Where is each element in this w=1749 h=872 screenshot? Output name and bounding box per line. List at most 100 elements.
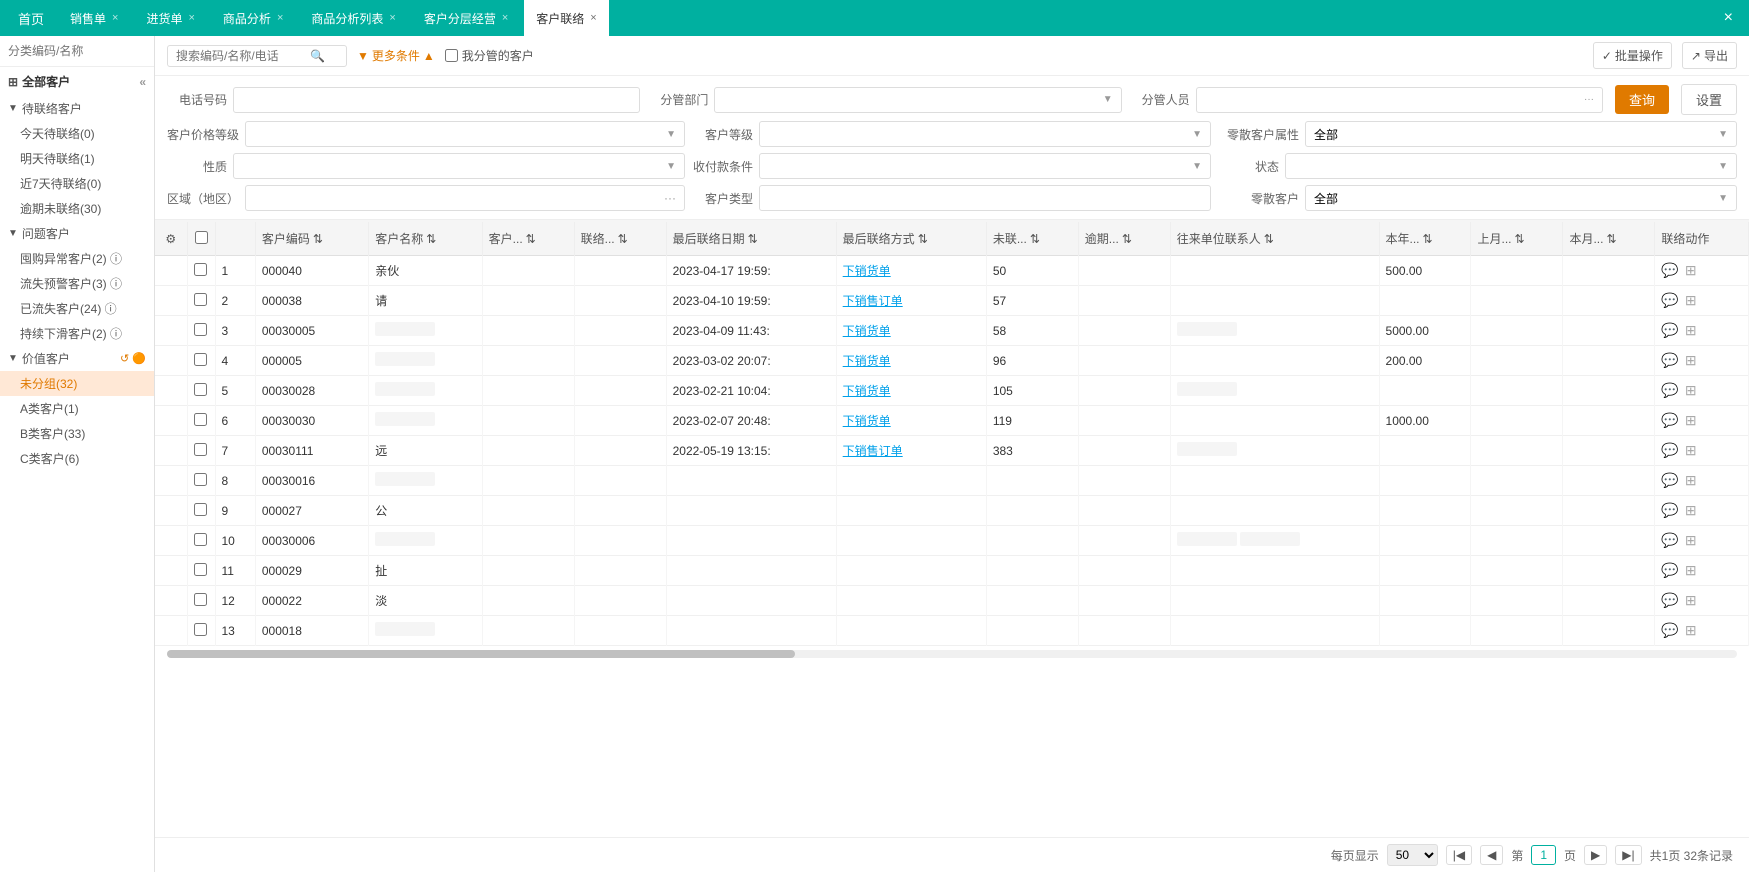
search-icon[interactable]: 🔍 [310, 49, 325, 63]
scrollbar-thumb[interactable] [167, 650, 795, 658]
sidebar-group-problem[interactable]: ▼ 问题客户 [0, 221, 154, 246]
close-customer-contact-tab-icon[interactable]: × [590, 12, 596, 24]
query-button[interactable]: 查询 [1615, 85, 1669, 114]
td-checkbox[interactable] [187, 316, 215, 346]
th-settings[interactable]: ⚙ [155, 222, 187, 256]
close-sales-tab-icon[interactable]: × [112, 12, 118, 24]
message-icon[interactable]: 💬 [1661, 532, 1678, 549]
sidebar-item-churn-warning[interactable]: 流失预警客户(3) ⓘ [0, 271, 154, 296]
my-customers-check[interactable] [445, 49, 458, 62]
close-customer-tier-tab-icon[interactable]: × [502, 12, 508, 24]
filter-region-select[interactable]: ··· [245, 185, 685, 211]
row-checkbox[interactable] [194, 473, 207, 486]
sidebar-item-declining[interactable]: 持续下滑客户(2) ⓘ [0, 321, 154, 346]
th-contacts[interactable]: 往来单位联系人⇅ [1170, 222, 1379, 256]
sidebar-group-value[interactable]: ▼ 价值客户 ↺ 🟠 [0, 346, 154, 371]
sidebar-item-churned[interactable]: 已流失客户(24) ⓘ [0, 296, 154, 321]
nav-tab-purchase[interactable]: 进货单 × [134, 0, 206, 36]
row-checkbox[interactable] [194, 623, 207, 636]
batch-ops-button[interactable]: ✓ 批量操作 [1593, 42, 1672, 69]
search-bar[interactable]: 🔍 [167, 45, 347, 67]
sidebar-search-input[interactable] [8, 44, 155, 58]
nav-tab-customer-tier[interactable]: 客户分层经营 × [412, 0, 520, 36]
nav-home[interactable]: 首页 [8, 5, 54, 32]
message-icon[interactable]: 💬 [1661, 442, 1678, 459]
prev-page-button[interactable]: ◀ [1480, 845, 1503, 865]
th-contact[interactable]: 联络...⇅ [574, 222, 666, 256]
row-checkbox[interactable] [194, 353, 207, 366]
th-last-date[interactable]: 最后联络日期⇅ [666, 222, 836, 256]
more-conditions-button[interactable]: ▼ 更多条件 ▲ [357, 47, 435, 64]
th-no-contact[interactable]: 未联...⇅ [986, 222, 1078, 256]
sidebar-collapse-icon[interactable]: « [139, 75, 146, 89]
td-checkbox[interactable] [187, 376, 215, 406]
td-checkbox[interactable] [187, 286, 215, 316]
reset-button[interactable]: 设置 [1681, 84, 1737, 115]
message-icon[interactable]: 💬 [1661, 622, 1678, 639]
grid-action-icon[interactable]: ⊞ [1685, 412, 1697, 429]
grid-action-icon[interactable]: ⊞ [1685, 592, 1697, 609]
last-page-button[interactable]: ▶| [1615, 845, 1641, 865]
th-type[interactable]: 客户...⇅ [482, 222, 574, 256]
contact-type-link[interactable]: 下销售订单 [843, 444, 903, 458]
sidebar-search-bar[interactable]: 🔍 [0, 36, 154, 67]
first-page-button[interactable]: |◀ [1446, 845, 1472, 865]
row-checkbox[interactable] [194, 533, 207, 546]
contact-type-link[interactable]: 下销货单 [843, 384, 891, 398]
grid-action-icon[interactable]: ⊞ [1685, 322, 1697, 339]
td-checkbox[interactable] [187, 406, 215, 436]
page-size-select[interactable]: 50 100 200 [1387, 844, 1438, 866]
nav-tab-product-analysis[interactable]: 商品分析 × [211, 0, 295, 36]
grid-action-icon[interactable]: ⊞ [1685, 562, 1697, 579]
th-last-month[interactable]: 上月...⇅ [1471, 222, 1563, 256]
sidebar-item-overdue[interactable]: 逾期未联络(30) [0, 196, 154, 221]
row-checkbox[interactable] [194, 323, 207, 336]
row-checkbox[interactable] [194, 293, 207, 306]
my-customers-checkbox[interactable]: 我分管的客户 [445, 47, 534, 64]
grid-action-icon[interactable]: ⊞ [1685, 442, 1697, 459]
row-checkbox[interactable] [194, 563, 207, 576]
window-close-button[interactable]: × [1716, 9, 1741, 27]
contact-type-link[interactable]: 下销货单 [843, 354, 891, 368]
refresh-icon[interactable]: ↺ 🟠 [120, 352, 146, 365]
filter-dept-select[interactable]: ▼ [714, 87, 1121, 113]
th-name[interactable]: 客户名称⇅ [369, 222, 482, 256]
message-icon[interactable]: 💬 [1661, 352, 1678, 369]
td-checkbox[interactable] [187, 526, 215, 556]
grid-action-icon[interactable]: ⊞ [1685, 622, 1697, 639]
filter-payment-select[interactable]: ▼ [759, 153, 1211, 179]
message-icon[interactable]: 💬 [1661, 592, 1678, 609]
th-code[interactable]: 客户编码⇅ [255, 222, 368, 256]
sidebar-item-ungroup[interactable]: 未分组(32) [0, 371, 154, 396]
message-icon[interactable]: 💬 [1661, 472, 1678, 489]
grid-action-icon[interactable]: ⊞ [1685, 352, 1697, 369]
all-customers-header[interactable]: ⊞ 全部客户 « [0, 67, 154, 96]
td-checkbox[interactable] [187, 616, 215, 646]
row-checkbox[interactable] [194, 593, 207, 606]
td-checkbox[interactable] [187, 346, 215, 376]
message-icon[interactable]: 💬 [1661, 292, 1678, 309]
th-checkbox[interactable] [187, 222, 215, 256]
th-this-month[interactable]: 本月...⇅ [1563, 222, 1655, 256]
search-input[interactable] [176, 49, 306, 63]
nav-tab-sales[interactable]: 销售单 × [58, 0, 130, 36]
th-this-year[interactable]: 本年...⇅ [1379, 222, 1471, 256]
message-icon[interactable]: 💬 [1661, 562, 1678, 579]
filter-retail-select[interactable]: 全部 ▼ [1305, 185, 1737, 211]
td-checkbox[interactable] [187, 496, 215, 526]
message-icon[interactable]: 💬 [1661, 412, 1678, 429]
th-last-type[interactable]: 最后联络方式⇅ [836, 222, 986, 256]
grid-action-icon[interactable]: ⊞ [1685, 502, 1697, 519]
sidebar-item-class-c[interactable]: C类客户(6) [0, 446, 154, 471]
sidebar-item-class-b[interactable]: B类客户(33) [0, 421, 154, 446]
grid-action-icon[interactable]: ⊞ [1685, 532, 1697, 549]
select-all-checkbox[interactable] [195, 231, 208, 244]
contact-type-link[interactable]: 下销售订单 [843, 294, 903, 308]
message-icon[interactable]: 💬 [1661, 322, 1678, 339]
sidebar-group-pending[interactable]: ▼ 待联络客户 [0, 96, 154, 121]
sidebar-item-today[interactable]: 今天待联络(0) [0, 121, 154, 146]
row-checkbox[interactable] [194, 263, 207, 276]
message-icon[interactable]: 💬 [1661, 502, 1678, 519]
filter-nature-select[interactable]: ▼ [233, 153, 685, 179]
nav-tab-product-list[interactable]: 商品分析列表 × [299, 0, 407, 36]
